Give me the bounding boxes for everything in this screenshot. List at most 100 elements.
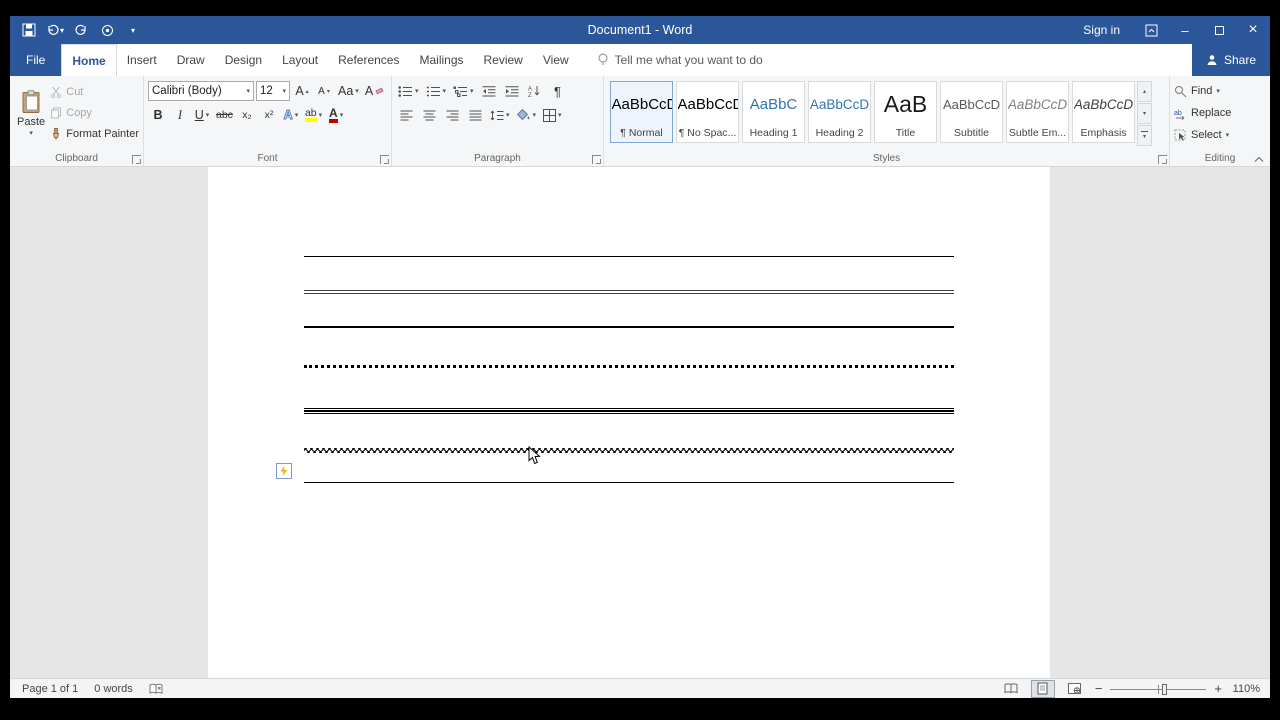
styles-gallery-more-button[interactable]: ▾	[1137, 125, 1152, 146]
styles-dialog-launcher[interactable]	[1158, 155, 1167, 164]
document-page[interactable]	[208, 167, 1050, 678]
proofing-status-icon[interactable]	[149, 683, 163, 695]
clipboard-dialog-launcher[interactable]	[132, 155, 141, 164]
align-left-button[interactable]	[396, 104, 416, 126]
sign-in-button[interactable]: Sign in	[1069, 16, 1134, 44]
tab-review[interactable]: Review	[474, 44, 533, 76]
line-spacing-caret[interactable]: ▾	[506, 112, 510, 119]
font-color-caret[interactable]: ▾	[340, 112, 344, 119]
highlight-button[interactable]: ab ▾	[303, 104, 324, 126]
paragraph-dialog-launcher[interactable]	[592, 155, 601, 164]
horizontal-line-3[interactable]	[304, 326, 954, 328]
text-effects-button[interactable]: A ▾	[281, 104, 301, 126]
copy-button[interactable]: Copy	[50, 104, 139, 122]
tab-references[interactable]: References	[328, 44, 409, 76]
style-emphasis[interactable]: AaBbCcD Emphasis	[1072, 81, 1135, 143]
collapse-ribbon-button[interactable]	[1254, 156, 1264, 163]
redo-button[interactable]	[70, 19, 92, 41]
style-subtle-emphasis[interactable]: AaBbCcD Subtle Em...	[1006, 81, 1069, 143]
styles-scroll-up-button[interactable]: ▴	[1137, 81, 1152, 102]
change-case-caret[interactable]: ▾	[355, 88, 359, 95]
tab-layout[interactable]: Layout	[272, 44, 328, 76]
styles-scroll-down-button[interactable]: ▾	[1137, 103, 1152, 124]
cut-button[interactable]: Cut	[50, 83, 139, 101]
show-hide-formatting-button[interactable]: ¶	[548, 80, 568, 102]
paste-dropdown-caret[interactable]: ▾	[29, 130, 33, 137]
find-caret[interactable]: ▾	[1216, 88, 1220, 95]
multilevel-list-caret[interactable]: ▾	[470, 88, 474, 95]
style-normal[interactable]: AaBbCcD ¶ Normal	[610, 81, 673, 143]
horizontal-line-6[interactable]	[304, 448, 954, 453]
bold-button[interactable]: B	[148, 104, 168, 126]
horizontal-line-1[interactable]	[304, 256, 954, 257]
tab-home[interactable]: Home	[61, 44, 117, 76]
tab-view[interactable]: View	[533, 44, 579, 76]
borders-caret[interactable]: ▾	[558, 112, 562, 119]
ribbon-display-options-button[interactable]	[1134, 16, 1168, 44]
numbering-caret[interactable]: ▾	[443, 88, 447, 95]
zoom-slider[interactable]	[1110, 683, 1207, 695]
strikethrough-button[interactable]: abc	[214, 104, 235, 126]
sort-button[interactable]: AZ	[525, 80, 545, 102]
minimize-button[interactable]: –	[1168, 16, 1202, 44]
font-family-caret[interactable]: ▾	[246, 88, 250, 95]
underline-caret[interactable]: ▾	[206, 112, 210, 119]
read-mode-button[interactable]	[999, 680, 1023, 698]
page-number-status[interactable]: Page 1 of 1	[22, 683, 78, 695]
change-case-button[interactable]: Aa ▾	[336, 80, 361, 102]
save-button[interactable]	[18, 19, 40, 41]
undo-dropdown-caret[interactable]: ▾	[60, 26, 64, 35]
highlight-caret[interactable]: ▾	[319, 112, 323, 119]
numbering-button[interactable]: ▾	[424, 80, 449, 102]
grow-font-button[interactable]: A ▴	[292, 80, 312, 102]
select-caret[interactable]: ▾	[1226, 132, 1230, 139]
select-button[interactable]: Select ▾	[1174, 126, 1266, 144]
line-spacing-button[interactable]: ▾	[488, 104, 512, 126]
zoom-percentage[interactable]: 110%	[1230, 683, 1260, 695]
font-dialog-launcher[interactable]	[380, 155, 389, 164]
style-subtitle[interactable]: AaBbCcD Subtitle	[940, 81, 1003, 143]
autocorrect-options-button[interactable]	[276, 463, 292, 479]
bullets-caret[interactable]: ▾	[415, 88, 419, 95]
replace-button[interactable]: ab Replace	[1174, 104, 1266, 122]
italic-button[interactable]: I	[170, 104, 190, 126]
borders-button[interactable]: ▾	[541, 104, 564, 126]
restore-button[interactable]	[1202, 16, 1236, 44]
tab-design[interactable]: Design	[215, 44, 272, 76]
clear-formatting-button[interactable]: A	[363, 80, 385, 102]
text-effects-caret[interactable]: ▾	[295, 112, 299, 119]
paste-button[interactable]: Paste ▾	[14, 79, 48, 148]
increase-indent-button[interactable]	[502, 80, 522, 102]
align-right-button[interactable]	[442, 104, 462, 126]
style-heading-1[interactable]: AaBbC Heading 1	[742, 81, 805, 143]
undo-button[interactable]: ▾	[44, 19, 66, 41]
find-button[interactable]: Find ▾	[1174, 82, 1266, 100]
font-size-combobox[interactable]: 12 ▾	[256, 81, 290, 101]
zoom-out-button[interactable]: −	[1095, 681, 1103, 696]
font-family-combobox[interactable]: Calibri (Body) ▾	[148, 81, 254, 101]
horizontal-line-5[interactable]	[304, 408, 954, 414]
format-painter-button[interactable]: Format Painter	[50, 125, 139, 143]
superscript-button[interactable]: x²	[259, 104, 279, 126]
tell-me-box[interactable]: Tell me what you want to do	[597, 44, 763, 76]
web-layout-button[interactable]	[1063, 680, 1087, 698]
bullets-button[interactable]: ▾	[396, 80, 421, 102]
customize-qat-button[interactable]: ▾	[122, 19, 144, 41]
touch-mode-button[interactable]	[96, 19, 118, 41]
close-button[interactable]: ×	[1236, 16, 1270, 44]
underline-button[interactable]: U ▾	[192, 104, 212, 126]
zoom-slider-thumb[interactable]	[1162, 683, 1168, 695]
style-heading-2[interactable]: AaBbCcD Heading 2	[808, 81, 871, 143]
horizontal-line-4[interactable]	[304, 365, 954, 368]
tab-file[interactable]: File	[10, 44, 62, 76]
tab-draw[interactable]: Draw	[167, 44, 215, 76]
shading-caret[interactable]: ▾	[533, 112, 537, 119]
style-no-spacing[interactable]: AaBbCcD ¶ No Spac...	[676, 81, 739, 143]
zoom-in-button[interactable]: +	[1214, 681, 1222, 696]
font-size-caret[interactable]: ▾	[282, 88, 286, 95]
tab-insert[interactable]: Insert	[117, 44, 167, 76]
justify-button[interactable]	[465, 104, 485, 126]
document-area[interactable]	[10, 167, 1270, 678]
horizontal-line-7[interactable]	[304, 482, 954, 483]
shading-button[interactable]: ▾	[515, 104, 539, 126]
